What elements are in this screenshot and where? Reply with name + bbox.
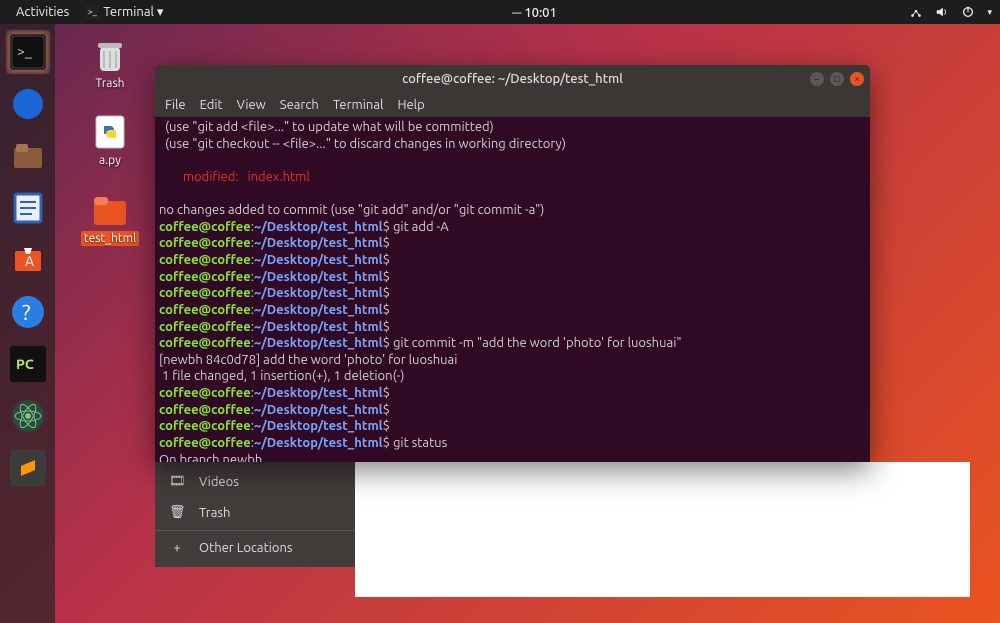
terminal-line: coffee@coffee:~/Desktop/test_html$ — [159, 402, 866, 419]
dock-item-sublime[interactable] — [6, 446, 50, 490]
system-tray[interactable]: ▾ — [909, 5, 992, 19]
desktop-icon-trash[interactable]: Trash — [70, 35, 150, 90]
svg-text:A: A — [25, 253, 34, 269]
a-py-icon — [90, 112, 130, 152]
terminal-line — [159, 152, 866, 169]
terminal-line: (use "git checkout -- <file>..." to disc… — [159, 136, 866, 153]
menu-view[interactable]: View — [237, 98, 266, 112]
dock-item-files[interactable] — [6, 134, 50, 178]
terminal-window: coffee@coffee: ~/Desktop/test_html – □ ×… — [155, 65, 870, 462]
svg-text:?: ? — [22, 300, 31, 325]
terminal-line: coffee@coffee:~/Desktop/test_html$ — [159, 418, 866, 435]
activities-button[interactable]: Activities — [8, 5, 77, 19]
files-sidebar: 🎞 Videos 🗑 Trash + Other Locations — [155, 462, 355, 567]
window-maximize-button[interactable]: □ — [830, 72, 844, 86]
trash-icon — [90, 35, 130, 75]
dock-item-atom[interactable] — [6, 394, 50, 438]
dock-item-help[interactable]: ? — [6, 290, 50, 334]
network-icon[interactable] — [909, 5, 923, 19]
terminal-line: 1 file changed, 1 insertion(+), 1 deleti… — [159, 368, 866, 385]
top-panel: Activities >_ Terminal ▾ ─ 10:01 ▾ — [0, 0, 1000, 24]
sidebar-item-label: Other Locations — [199, 541, 293, 555]
terminal-line: [newbh 84c0d78] add the word 'photo' for… — [159, 352, 866, 369]
sidebar-item-label: Videos — [199, 475, 239, 489]
terminal-line: coffee@coffee:~/Desktop/test_html$ — [159, 269, 866, 286]
terminal-line: coffee@coffee:~/Desktop/test_html$ — [159, 319, 866, 336]
dock-item-firefox[interactable] — [6, 82, 50, 126]
terminal-line: coffee@coffee:~/Desktop/test_html$ — [159, 385, 866, 402]
terminal-line — [159, 186, 866, 203]
menu-help[interactable]: Help — [397, 98, 424, 112]
test-html-folder-icon — [90, 189, 130, 229]
desktop-icon-label: a.py — [99, 154, 121, 167]
terminal-line: coffee@coffee:~/Desktop/test_html$ git a… — [159, 219, 866, 236]
terminal-line: coffee@coffee:~/Desktop/test_html$ git s… — [159, 435, 866, 452]
svg-text:PC: PC — [16, 356, 34, 372]
terminal-line: coffee@coffee:~/Desktop/test_html$ — [159, 302, 866, 319]
desktop: Trash a.py test_html — [70, 35, 150, 246]
window-minimize-button[interactable]: – — [810, 72, 824, 86]
menu-terminal[interactable]: Terminal — [333, 98, 384, 112]
app-menu[interactable]: >_ Terminal ▾ — [77, 5, 171, 20]
dock-item-terminal[interactable]: >_ — [6, 30, 50, 74]
menu-file[interactable]: File — [165, 98, 186, 112]
desktop-icon-test-html-folder[interactable]: test_html — [70, 189, 150, 246]
window-title: coffee@coffee: ~/Desktop/test_html — [402, 72, 623, 86]
menu-edit[interactable]: Edit — [200, 98, 223, 112]
files-sidebar-item-videos[interactable]: 🎞 Videos — [155, 466, 355, 497]
terminal-line: coffee@coffee:~/Desktop/test_html$ — [159, 235, 866, 252]
terminal-line: coffee@coffee:~/Desktop/test_html$ — [159, 252, 866, 269]
dock-item-writer[interactable] — [6, 186, 50, 230]
launcher-dock: >_ A? PC — [0, 24, 55, 623]
terminal-line: no changes added to commit (use "git add… — [159, 202, 866, 219]
desktop-icon-label: test_html — [81, 231, 139, 246]
dock-item-software[interactable]: A — [6, 238, 50, 282]
terminal-line: modified: index.html — [159, 169, 866, 186]
volume-icon[interactable] — [935, 5, 949, 19]
desktop-icon-a-py[interactable]: a.py — [70, 112, 150, 167]
window-close-button[interactable]: × — [850, 72, 864, 86]
menu-search[interactable]: Search — [280, 98, 319, 112]
svg-text:>_: >_ — [88, 7, 98, 17]
terminal-line: coffee@coffee:~/Desktop/test_html$ git c… — [159, 335, 866, 352]
chevron-down-icon: ▾ — [987, 7, 992, 18]
sidebar-item-label: Trash — [199, 506, 230, 520]
sidebar-item-icon: 🗑 — [169, 505, 185, 520]
desktop-icon-label: Trash — [95, 77, 124, 90]
terminal-content[interactable]: (use "git add <file>..." to update what … — [155, 117, 870, 462]
files-content-pane[interactable] — [355, 462, 970, 597]
sidebar-item-icon: 🎞 — [169, 474, 185, 489]
terminal-line: coffee@coffee:~/Desktop/test_html$ — [159, 285, 866, 302]
svg-text:>_: >_ — [17, 43, 32, 59]
terminal-icon: >_ — [85, 5, 99, 19]
dock-item-pycharm[interactable]: PC — [6, 342, 50, 386]
terminal-line: (use "git add <file>..." to update what … — [159, 119, 866, 136]
terminal-line: On branch newbh — [159, 452, 866, 463]
files-sidebar-item-trash[interactable]: 🗑 Trash — [155, 497, 355, 528]
power-icon[interactable] — [961, 5, 975, 19]
window-titlebar[interactable]: coffee@coffee: ~/Desktop/test_html – □ × — [155, 65, 870, 93]
sidebar-item-icon: + — [169, 541, 185, 555]
files-sidebar-item-other-locations[interactable]: + Other Locations — [155, 530, 355, 563]
clock[interactable]: ─ 10:01 — [512, 5, 557, 20]
terminal-menubar: File Edit View Search Terminal Help — [155, 93, 870, 117]
